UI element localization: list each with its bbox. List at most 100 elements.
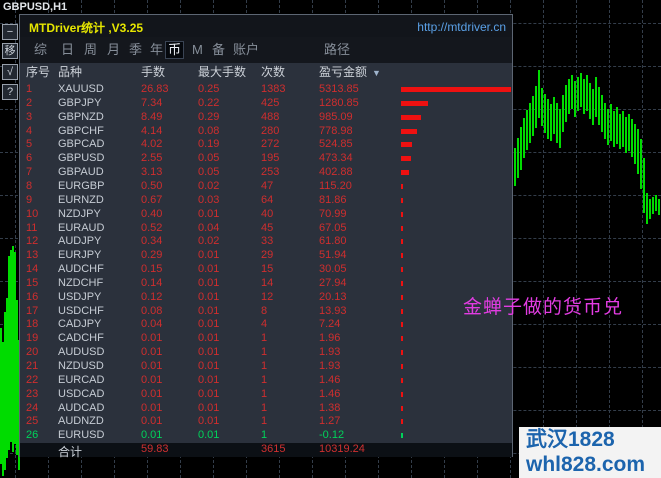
- candlestick: [610, 104, 612, 141]
- cell-symbol: CADJPY: [58, 318, 102, 331]
- cell-lots: 0.15: [141, 263, 163, 276]
- sort-desc-icon[interactable]: ▼: [372, 68, 381, 78]
- confirm-button[interactable]: √: [2, 64, 18, 80]
- cell-symbol: GBPAUD: [58, 166, 104, 179]
- cell-symbol: USDCHF: [58, 304, 104, 317]
- cell-symbol: EURAUD: [58, 221, 105, 234]
- cell-lots: 0.01: [141, 387, 163, 400]
- cell-symbol: XAUUSD: [58, 83, 104, 95]
- menu-item-11[interactable]: 路径: [324, 42, 350, 58]
- candlestick: [643, 158, 645, 213]
- table-row: 12 AUDJPY 0.34 0.02 33 61.80: [20, 235, 512, 249]
- cell-symbol: GBPJPY: [58, 96, 102, 109]
- cell-max_lots: 0.01: [198, 276, 220, 289]
- candlestick: [616, 107, 618, 144]
- cell-max_lots: 0.01: [198, 249, 220, 262]
- candlestick: [535, 86, 537, 128]
- minimize-button[interactable]: −: [2, 24, 18, 40]
- cell-max_lots: 0.29: [198, 110, 220, 123]
- cell-no: 21: [26, 360, 39, 372]
- candlestick: [556, 103, 558, 143]
- cell-count: 425: [261, 96, 280, 109]
- table-row: 18 CADJPY 0.04 0.01 4 7.24: [20, 318, 512, 332]
- table-row: 20 AUDUSD 0.01 0.01 1 1.93: [20, 346, 512, 360]
- cell-count: 1: [261, 415, 268, 428]
- menu-item-5[interactable]: 季: [129, 42, 142, 58]
- cell-count: 1383: [261, 83, 286, 95]
- cell-symbol: EURCAD: [58, 373, 105, 386]
- panel-url-link[interactable]: http://mtdriver.cn: [417, 20, 506, 34]
- cell-symbol: AUDCAD: [58, 401, 105, 414]
- column-header-count[interactable]: 次数: [261, 63, 285, 80]
- menu-item-3[interactable]: 周: [84, 42, 97, 58]
- cell-lots: 7.34: [141, 96, 163, 109]
- menu-item-2[interactable]: 日: [61, 42, 74, 58]
- move-button[interactable]: 移: [2, 43, 18, 59]
- menu-item-8[interactable]: M: [192, 42, 203, 58]
- profit-bar: [401, 128, 418, 134]
- profit-bar: [401, 267, 403, 273]
- help-button[interactable]: ?: [2, 84, 18, 100]
- menu-item-1[interactable]: 综: [34, 42, 47, 58]
- table-row: 25 AUDNZD 0.01 0.01 1 1.27: [20, 415, 512, 429]
- menu-item-6[interactable]: 年: [150, 42, 163, 58]
- cell-profit: 1.46: [319, 387, 341, 400]
- cell-no: 2: [26, 96, 33, 109]
- cell-symbol: EURJPY: [58, 249, 102, 262]
- profit-bar: [401, 419, 403, 425]
- profit-bar: [401, 87, 511, 92]
- cell-max_lots: 0.01: [198, 429, 220, 442]
- cell-count: 1: [261, 401, 268, 414]
- menu-item-7[interactable]: 币: [164, 41, 185, 59]
- profit-bar: [401, 391, 403, 397]
- cell-profit: 1.96: [319, 332, 341, 345]
- cell-no: 26: [26, 429, 39, 442]
- cell-no: 24: [26, 401, 39, 414]
- cell-no: 7: [26, 166, 33, 179]
- candlestick: [529, 103, 531, 143]
- menu-item-10[interactable]: 账户: [233, 42, 259, 58]
- cell-profit: 1280.85: [319, 96, 359, 109]
- cell-max_lots: 0.04: [198, 221, 220, 234]
- cell-profit: 30.05: [319, 263, 347, 276]
- candlestick: [568, 79, 570, 114]
- cell-profit: 473.34: [319, 152, 353, 165]
- profit-bar: [401, 322, 403, 328]
- candlestick: [604, 103, 606, 139]
- table-row: 17 USDCHF 0.08 0.01 8 13.93: [20, 305, 512, 319]
- table-row: 2 GBPJPY 7.34 0.22 425 1280.85: [20, 97, 512, 111]
- menu-item-4[interactable]: 月: [107, 42, 120, 58]
- cell-max_lots: 0.01: [198, 415, 220, 428]
- profit-bar: [401, 433, 403, 439]
- watermark-line2: whl828.com: [526, 453, 646, 476]
- column-header-no[interactable]: 序号: [26, 63, 50, 80]
- cell-lots: 2.55: [141, 152, 163, 165]
- candlestick: [631, 119, 633, 157]
- candlestick: [562, 95, 564, 132]
- profit-bar: [401, 142, 412, 148]
- total-lots: 59.83: [141, 443, 169, 455]
- cell-no: 15: [26, 276, 39, 289]
- column-header-profit[interactable]: 盈亏金额 ▼: [319, 63, 381, 80]
- candlestick: [526, 110, 528, 150]
- cell-lots: 0.01: [141, 373, 163, 386]
- column-header-lots[interactable]: 手数: [141, 63, 165, 80]
- cell-count: 1: [261, 360, 268, 372]
- candlestick: [625, 117, 627, 153]
- menu-item-9[interactable]: 备: [212, 42, 225, 58]
- cell-no: 4: [26, 124, 33, 137]
- profit-bar: [401, 114, 422, 120]
- candlestick: [598, 87, 600, 125]
- cell-max_lots: 0.01: [198, 332, 220, 345]
- candlestick: [622, 111, 624, 147]
- cell-count: 8: [261, 304, 268, 317]
- candlestick: [583, 79, 585, 114]
- column-header-max_lots[interactable]: 最大手数: [198, 63, 246, 80]
- column-header-symbol[interactable]: 品种: [58, 63, 82, 80]
- cell-no: 23: [26, 387, 39, 400]
- cell-max_lots: 0.01: [198, 304, 220, 317]
- cell-no: 9: [26, 193, 33, 206]
- table-row: 11 EURAUD 0.52 0.04 45 67.05: [20, 222, 512, 236]
- cell-max_lots: 0.25: [198, 83, 220, 95]
- candlestick: [577, 77, 579, 111]
